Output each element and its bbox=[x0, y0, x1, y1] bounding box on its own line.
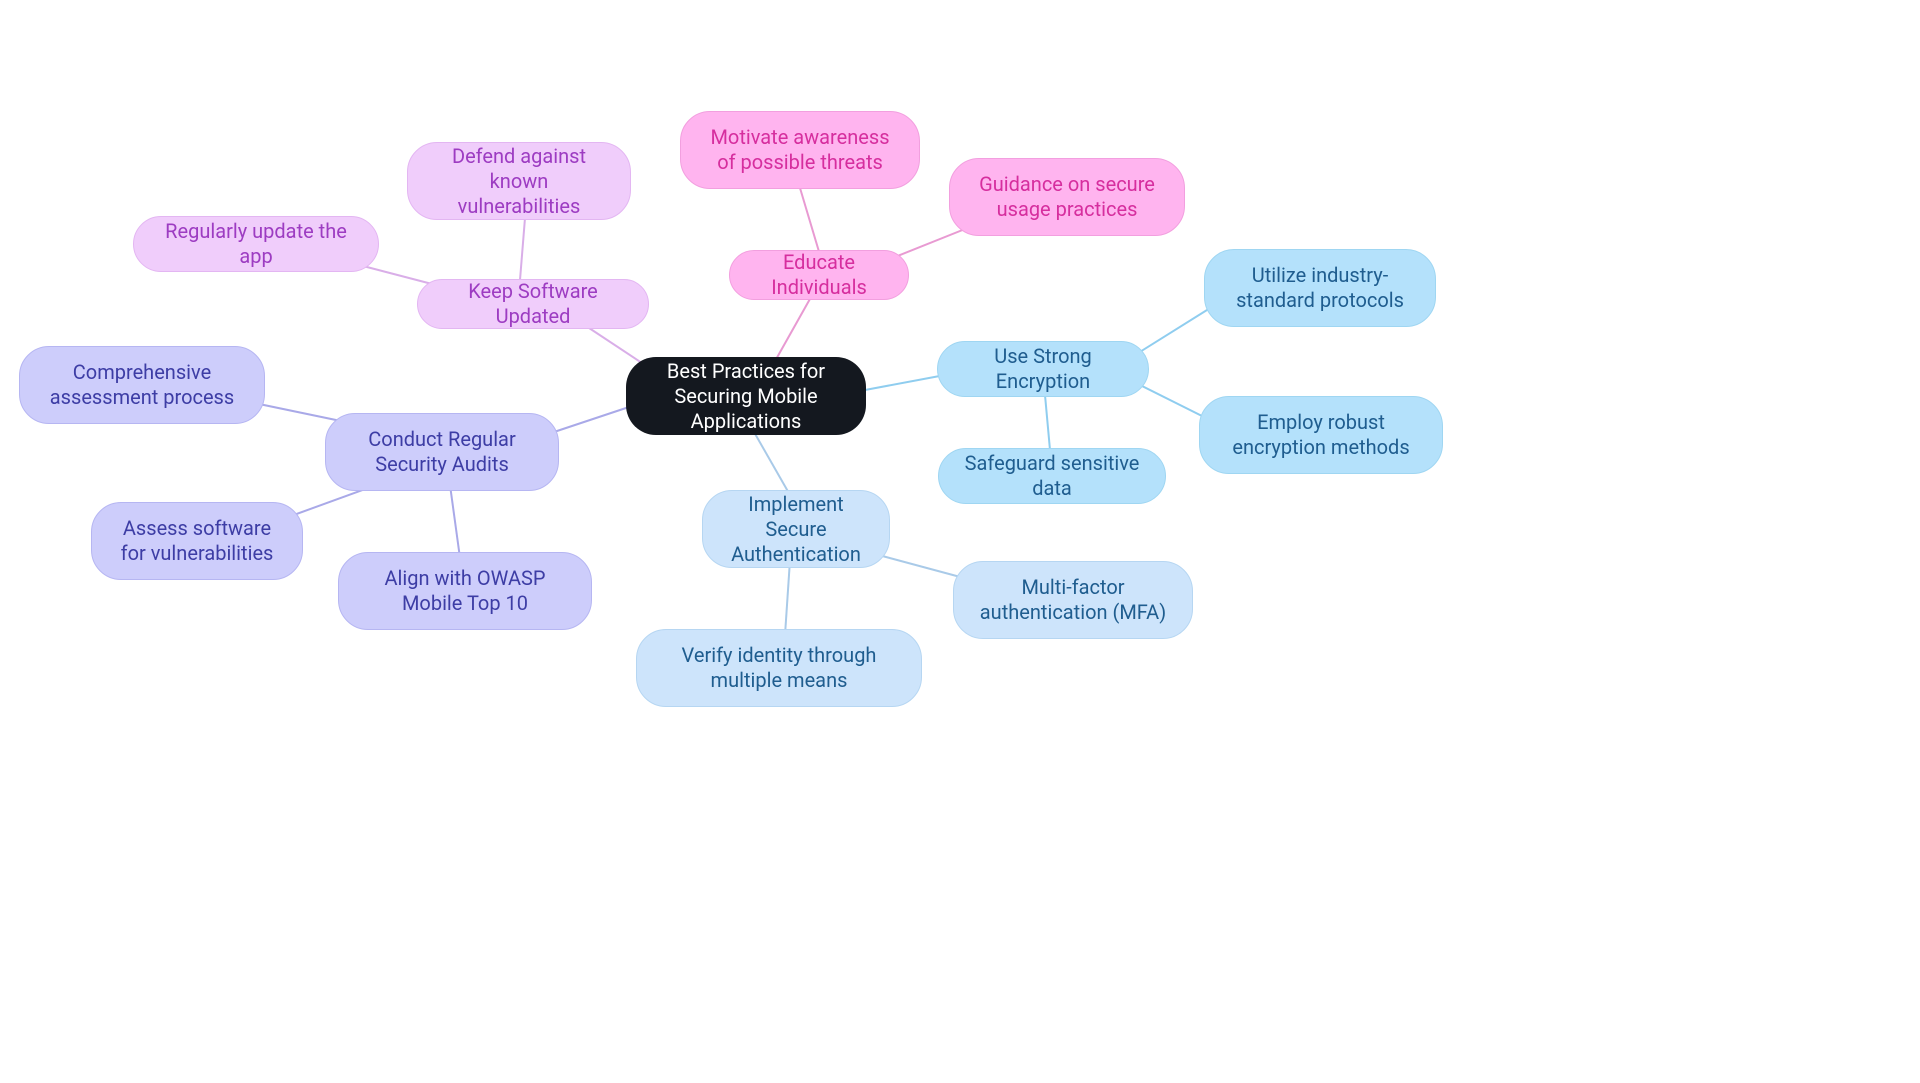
leaf-label: Verify identity through multiple means bbox=[659, 643, 899, 693]
leaf-audits-owasp[interactable]: Align with OWASP Mobile Top 10 bbox=[338, 552, 592, 630]
leaf-label: Safeguard sensitive data bbox=[961, 451, 1143, 501]
branch-educate[interactable]: Educate Individuals bbox=[729, 250, 909, 300]
branch-auth-label: Implement Secure Authentication bbox=[725, 492, 867, 567]
branch-encryption-label: Use Strong Encryption bbox=[960, 344, 1126, 394]
leaf-label: Employ robust encryption methods bbox=[1222, 410, 1420, 460]
root-label: Best Practices for Securing Mobile Appli… bbox=[648, 359, 844, 434]
leaf-encryption-protocols[interactable]: Utilize industry-standard protocols bbox=[1204, 249, 1436, 327]
root-node[interactable]: Best Practices for Securing Mobile Appli… bbox=[626, 357, 866, 435]
leaf-label: Regularly update the app bbox=[156, 219, 356, 269]
leaf-auth-mfa[interactable]: Multi-factor authentication (MFA) bbox=[953, 561, 1193, 639]
branch-audits[interactable]: Conduct Regular Security Audits bbox=[325, 413, 559, 491]
leaf-updated-regularly[interactable]: Regularly update the app bbox=[133, 216, 379, 272]
leaf-encryption-safeguard[interactable]: Safeguard sensitive data bbox=[938, 448, 1166, 504]
leaf-updated-defend[interactable]: Defend against known vulnerabilities bbox=[407, 142, 631, 220]
leaf-label: Assess software for vulnerabilities bbox=[114, 516, 280, 566]
branch-auth[interactable]: Implement Secure Authentication bbox=[702, 490, 890, 568]
leaf-educate-awareness[interactable]: Motivate awareness of possible threats bbox=[680, 111, 920, 189]
branch-encryption[interactable]: Use Strong Encryption bbox=[937, 341, 1149, 397]
leaf-audits-assessment[interactable]: Comprehensive assessment process bbox=[19, 346, 265, 424]
leaf-label: Multi-factor authentication (MFA) bbox=[976, 575, 1170, 625]
branch-updated-label: Keep Software Updated bbox=[440, 279, 626, 329]
leaf-label: Guidance on secure usage practices bbox=[972, 172, 1162, 222]
leaf-encryption-robust[interactable]: Employ robust encryption methods bbox=[1199, 396, 1443, 474]
branch-audits-label: Conduct Regular Security Audits bbox=[348, 427, 536, 477]
leaf-label: Align with OWASP Mobile Top 10 bbox=[361, 566, 569, 616]
branch-updated[interactable]: Keep Software Updated bbox=[417, 279, 649, 329]
leaf-label: Motivate awareness of possible threats bbox=[703, 125, 897, 175]
leaf-audits-assess[interactable]: Assess software for vulnerabilities bbox=[91, 502, 303, 580]
branch-educate-label: Educate Individuals bbox=[752, 250, 886, 300]
leaf-label: Defend against known vulnerabilities bbox=[430, 144, 608, 219]
leaf-label: Utilize industry-standard protocols bbox=[1227, 263, 1413, 313]
leaf-educate-guidance[interactable]: Guidance on secure usage practices bbox=[949, 158, 1185, 236]
leaf-auth-verify[interactable]: Verify identity through multiple means bbox=[636, 629, 922, 707]
leaf-label: Comprehensive assessment process bbox=[42, 360, 242, 410]
